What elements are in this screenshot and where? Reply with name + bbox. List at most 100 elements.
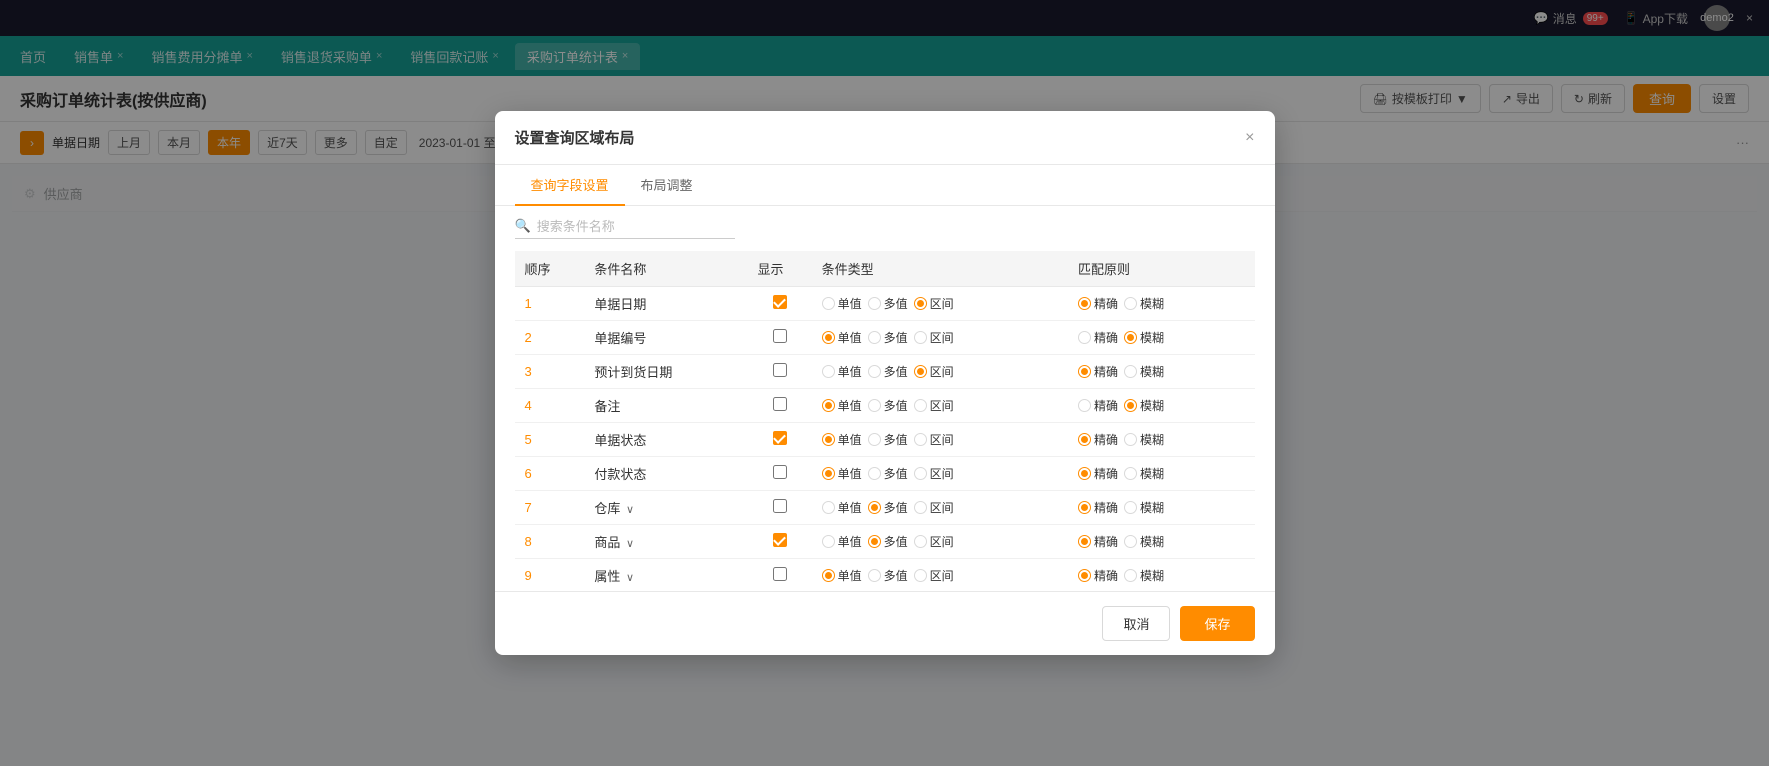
radio-type-区间[interactable]: 区间	[914, 533, 954, 550]
checkbox-unchecked[interactable]	[773, 329, 787, 343]
radio-type-多值[interactable]: 多值	[868, 329, 908, 346]
save-button[interactable]: 保存	[1180, 606, 1254, 641]
checkbox-unchecked[interactable]	[773, 567, 787, 581]
radio-type-多值[interactable]: 多值	[868, 295, 908, 312]
row-match-radio: 精确 模糊	[1068, 457, 1254, 491]
table-header-row: 顺序 条件名称 显示 条件类型 匹配原则	[515, 251, 1255, 287]
row-display-checkbox[interactable]	[748, 389, 812, 423]
modal-search-area: 🔍	[495, 206, 1275, 251]
row-order: 7	[515, 491, 585, 525]
radio-match-精确[interactable]: 精确	[1078, 431, 1118, 448]
radio-match-模糊[interactable]: 模糊	[1124, 363, 1164, 380]
checkbox-checked[interactable]	[773, 533, 787, 547]
row-match-radio: 精确 模糊	[1068, 389, 1254, 423]
table-row: 7仓库 ∨ 单值 多值 区间 精确 模糊	[515, 491, 1255, 525]
cancel-button[interactable]: 取消	[1102, 606, 1170, 641]
radio-match-精确[interactable]: 精确	[1078, 465, 1118, 482]
table-row: 8商品 ∨ 单值 多值 区间 精确 模糊	[515, 525, 1255, 559]
radio-match-精确[interactable]: 精确	[1078, 363, 1118, 380]
checkbox-unchecked[interactable]	[773, 465, 787, 479]
radio-type-单值[interactable]: 单值	[822, 363, 862, 380]
radio-type-区间[interactable]: 区间	[914, 397, 954, 414]
row-condition-name: 付款状态	[584, 457, 747, 491]
row-match-radio: 精确 模糊	[1068, 287, 1254, 321]
checkbox-unchecked[interactable]	[773, 363, 787, 377]
table-row: 3预计到货日期 单值 多值 区间 精确 模糊	[515, 355, 1255, 389]
radio-type-多值[interactable]: 多值	[868, 567, 908, 584]
row-condition-name: 商品 ∨	[584, 525, 747, 559]
radio-type-区间[interactable]: 区间	[914, 431, 954, 448]
modal-footer: 取消 保存	[495, 591, 1275, 655]
modal-close-button[interactable]: ×	[1245, 129, 1254, 147]
checkbox-checked[interactable]	[773, 295, 787, 309]
radio-match-模糊[interactable]: 模糊	[1124, 533, 1164, 550]
row-display-checkbox[interactable]	[748, 423, 812, 457]
table-row: 5单据状态 单值 多值 区间 精确 模糊	[515, 423, 1255, 457]
radio-type-多值[interactable]: 多值	[868, 499, 908, 516]
radio-type-单值[interactable]: 单值	[822, 329, 862, 346]
radio-type-单值[interactable]: 单值	[822, 397, 862, 414]
radio-match-精确[interactable]: 精确	[1078, 533, 1118, 550]
row-order: 3	[515, 355, 585, 389]
row-display-checkbox[interactable]	[748, 457, 812, 491]
modal-tab-layout[interactable]: 布局调整	[625, 165, 709, 206]
radio-type-区间[interactable]: 区间	[914, 465, 954, 482]
row-display-checkbox[interactable]	[748, 559, 812, 592]
radio-type-单值[interactable]: 单值	[822, 499, 862, 516]
search-wrapper: 🔍	[515, 218, 735, 239]
checkbox-unchecked[interactable]	[773, 397, 787, 411]
radio-match-模糊[interactable]: 模糊	[1124, 397, 1164, 414]
radio-match-精确[interactable]: 精确	[1078, 397, 1118, 414]
radio-type-多值[interactable]: 多值	[868, 431, 908, 448]
row-type-radio: 单值 多值 区间	[812, 525, 1068, 559]
radio-type-区间[interactable]: 区间	[914, 329, 954, 346]
row-order: 4	[515, 389, 585, 423]
search-input[interactable]	[537, 219, 717, 234]
row-order: 8	[515, 525, 585, 559]
checkbox-unchecked[interactable]	[773, 499, 787, 513]
row-display-checkbox[interactable]	[748, 491, 812, 525]
radio-type-区间[interactable]: 区间	[914, 363, 954, 380]
radio-type-区间[interactable]: 区间	[914, 567, 954, 584]
radio-type-单值[interactable]: 单值	[822, 567, 862, 584]
radio-type-多值[interactable]: 多值	[868, 533, 908, 550]
radio-type-多值[interactable]: 多值	[868, 465, 908, 482]
radio-match-精确[interactable]: 精确	[1078, 329, 1118, 346]
radio-match-模糊[interactable]: 模糊	[1124, 431, 1164, 448]
radio-match-模糊[interactable]: 模糊	[1124, 567, 1164, 584]
row-order: 9	[515, 559, 585, 592]
radio-type-多值[interactable]: 多值	[868, 397, 908, 414]
row-display-checkbox[interactable]	[748, 321, 812, 355]
radio-type-单值[interactable]: 单值	[822, 533, 862, 550]
row-condition-name: 单据状态	[584, 423, 747, 457]
row-display-checkbox[interactable]	[748, 355, 812, 389]
radio-match-精确[interactable]: 精确	[1078, 567, 1118, 584]
row-condition-name: 属性 ∨	[584, 559, 747, 592]
settings-modal: 设置查询区域布局 × 查询字段设置 布局调整 🔍	[495, 111, 1275, 655]
radio-type-区间[interactable]: 区间	[914, 499, 954, 516]
row-type-radio: 单值 多值 区间	[812, 287, 1068, 321]
row-match-radio: 精确 模糊	[1068, 559, 1254, 592]
radio-match-模糊[interactable]: 模糊	[1124, 465, 1164, 482]
radio-match-模糊[interactable]: 模糊	[1124, 295, 1164, 312]
radio-type-单值[interactable]: 单值	[822, 295, 862, 312]
col-type: 条件类型	[812, 251, 1068, 287]
modal-tab-query-fields[interactable]: 查询字段设置	[515, 165, 625, 206]
radio-type-单值[interactable]: 单值	[822, 431, 862, 448]
row-type-radio: 单值 多值 区间	[812, 355, 1068, 389]
radio-match-模糊[interactable]: 模糊	[1124, 499, 1164, 516]
col-name: 条件名称	[584, 251, 747, 287]
table-row: 6付款状态 单值 多值 区间 精确 模糊	[515, 457, 1255, 491]
radio-match-模糊[interactable]: 模糊	[1124, 329, 1164, 346]
radio-type-单值[interactable]: 单值	[822, 465, 862, 482]
radio-type-多值[interactable]: 多值	[868, 363, 908, 380]
radio-type-区间[interactable]: 区间	[914, 295, 954, 312]
row-display-checkbox[interactable]	[748, 525, 812, 559]
radio-match-精确[interactable]: 精确	[1078, 499, 1118, 516]
modal-table-area: 顺序 条件名称 显示 条件类型 匹配原则	[495, 251, 1275, 591]
radio-match-精确[interactable]: 精确	[1078, 295, 1118, 312]
row-condition-name: 备注	[584, 389, 747, 423]
row-type-radio: 单值 多值 区间	[812, 321, 1068, 355]
row-display-checkbox[interactable]	[748, 287, 812, 321]
checkbox-checked[interactable]	[773, 431, 787, 445]
